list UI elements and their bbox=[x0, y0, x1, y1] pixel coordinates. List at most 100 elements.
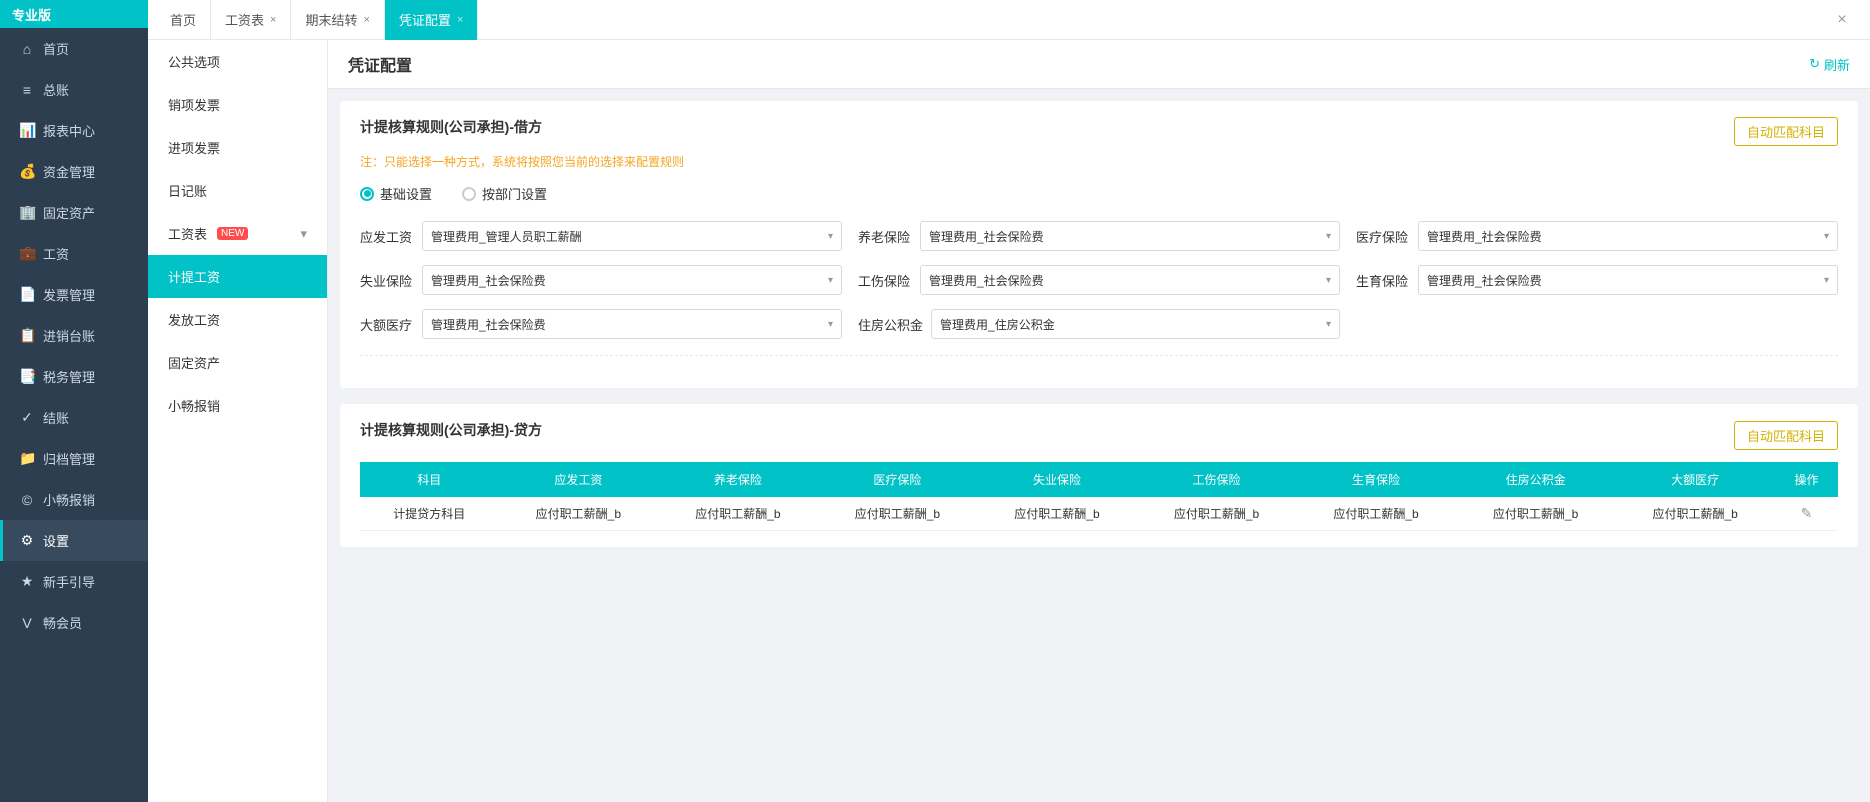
sidebar-item-home[interactable]: ⌂ 首页 bbox=[0, 28, 148, 69]
cell-action[interactable]: ✎ bbox=[1775, 497, 1838, 531]
pension-select-value: 管理费用_社会保险费 bbox=[929, 228, 1326, 245]
nav-item-purchase-invoice[interactable]: 进项发票 bbox=[148, 126, 327, 169]
refresh-icon: ↻ bbox=[1809, 56, 1820, 72]
tab-salary-table[interactable]: 工资表 × bbox=[211, 0, 291, 40]
nav-label: 销项发票 bbox=[168, 95, 220, 114]
sidebar: 专业版 ⌂ 首页 ≡ 总账 📊 报表中心 💰 资金管理 🏢 固定资产 💼 工资 … bbox=[0, 0, 148, 802]
nav-item-xiaochang-expense[interactable]: 小畅报销 bbox=[148, 384, 327, 427]
fund-icon: 💰 bbox=[19, 163, 35, 180]
unemployment-select[interactable]: 管理费用_社会保险费 ▾ bbox=[422, 265, 842, 295]
cell-unemployment: 应付职工薪酬_b bbox=[977, 497, 1137, 531]
sidebar-item-settings[interactable]: ⚙ 设置 bbox=[0, 520, 148, 561]
left-navigation: 公共选项 销项发票 进项发票 日记账 工资表 NEW ▾ 计提工资 发放工资 bbox=[148, 40, 328, 802]
tab-home[interactable]: 首页 bbox=[156, 0, 211, 40]
nav-label: 公共选项 bbox=[168, 52, 220, 71]
radio-dept-circle bbox=[462, 187, 476, 201]
credit-section: 计提核算规则(公司承担)-贷方 自动匹配科目 科目 应发工资 养老保险 医疗保险… bbox=[340, 404, 1858, 547]
sidebar-item-xiaochang[interactable]: © 小畅报销 bbox=[0, 479, 148, 520]
tab-period-close-icon[interactable]: × bbox=[363, 14, 369, 26]
tab-voucher-close-icon[interactable]: × bbox=[457, 14, 463, 26]
edit-icon[interactable]: ✎ bbox=[1801, 505, 1813, 521]
sidebar-item-label: 首页 bbox=[43, 39, 69, 58]
housing-select-arrow: ▾ bbox=[1326, 319, 1331, 330]
radio-basic[interactable]: 基础设置 bbox=[360, 184, 432, 203]
sidebar-item-fixed-assets[interactable]: 🏢 固定资产 bbox=[0, 192, 148, 233]
nav-item-sales-invoice[interactable]: 销项发票 bbox=[148, 83, 327, 126]
pension-select-arrow: ▾ bbox=[1326, 231, 1331, 242]
maternity-select-arrow: ▾ bbox=[1824, 275, 1829, 286]
credit-section-title: 计提核算规则(公司承担)-贷方 bbox=[360, 420, 542, 440]
table-header-row: 科目 应发工资 养老保险 医疗保险 失业保险 工伤保险 生育保险 住房公积金 大… bbox=[360, 462, 1838, 497]
nav-label: 发放工资 bbox=[168, 310, 220, 329]
injury-select-arrow: ▾ bbox=[1326, 275, 1331, 286]
debit-form-row-3: 大额医疗 管理费用_社会保险费 ▾ 住房公积金 管理费用_住房公积金 ▾ bbox=[360, 309, 1838, 339]
sidebar-item-label: 资金管理 bbox=[43, 162, 95, 181]
radio-dept[interactable]: 按部门设置 bbox=[462, 184, 547, 203]
nav-item-calc-salary[interactable]: 计提工资 bbox=[148, 255, 327, 298]
topbar-close-button[interactable]: × bbox=[1822, 0, 1862, 40]
col-housing: 住房公积金 bbox=[1456, 462, 1616, 497]
sidebar-item-label: 固定资产 bbox=[43, 203, 95, 222]
credit-auto-match-button[interactable]: 自动匹配科目 bbox=[1734, 421, 1838, 450]
maternity-select-value: 管理费用_社会保险费 bbox=[1427, 272, 1824, 289]
tab-period-label: 期末结转 bbox=[305, 10, 357, 29]
housing-label: 住房公积金 bbox=[858, 315, 923, 334]
radio-basic-circle bbox=[360, 187, 374, 201]
sidebar-item-label: 报表中心 bbox=[43, 121, 95, 140]
maternity-select[interactable]: 管理费用_社会保险费 ▾ bbox=[1418, 265, 1838, 295]
page-header: 凭证配置 ↻ 刷新 bbox=[328, 40, 1870, 89]
radio-basic-label: 基础设置 bbox=[380, 184, 432, 203]
big-medical-select-arrow: ▾ bbox=[828, 319, 833, 330]
sidebar-item-general-ledger[interactable]: ≡ 总账 bbox=[0, 69, 148, 110]
nav-item-journal[interactable]: 日记账 bbox=[148, 169, 327, 212]
medical-select[interactable]: 管理费用_社会保险费 ▾ bbox=[1418, 221, 1838, 251]
unemployment-select-value: 管理费用_社会保险费 bbox=[431, 272, 828, 289]
debit-auto-match-button[interactable]: 自动匹配科目 bbox=[1734, 117, 1838, 146]
sidebar-item-vip[interactable]: V 畅会员 bbox=[0, 602, 148, 643]
new-badge: NEW bbox=[217, 227, 248, 240]
refresh-button[interactable]: ↻ 刷新 bbox=[1809, 55, 1850, 74]
sidebar-item-salary[interactable]: 💼 工资 bbox=[0, 233, 148, 274]
pension-select[interactable]: 管理费用_社会保险费 ▾ bbox=[920, 221, 1340, 251]
cell-injury: 应付职工薪酬_b bbox=[1137, 497, 1297, 531]
sidebar-item-archive[interactable]: 📁 归档管理 bbox=[0, 438, 148, 479]
tab-salary-close-icon[interactable]: × bbox=[270, 14, 276, 26]
sidebar-item-settlement[interactable]: ✓ 结账 bbox=[0, 397, 148, 438]
field-pension: 养老保险 管理费用_社会保险费 ▾ bbox=[858, 221, 1340, 251]
col-unemployment: 失业保险 bbox=[977, 462, 1137, 497]
vip-icon: V bbox=[19, 615, 35, 631]
nav-item-fixed-assets-sub[interactable]: 固定资产 bbox=[148, 341, 327, 384]
injury-select[interactable]: 管理费用_社会保险费 ▾ bbox=[920, 265, 1340, 295]
nav-item-salary-table[interactable]: 工资表 NEW ▾ bbox=[148, 212, 327, 255]
sidebar-item-guide[interactable]: ★ 新手引导 bbox=[0, 561, 148, 602]
tab-voucher-label: 凭证配置 bbox=[399, 10, 451, 29]
housing-select[interactable]: 管理费用_住房公积金 ▾ bbox=[931, 309, 1340, 339]
medical-label: 医疗保险 bbox=[1356, 227, 1410, 246]
col-pension: 养老保险 bbox=[658, 462, 818, 497]
big-medical-select[interactable]: 管理费用_社会保险费 ▾ bbox=[422, 309, 842, 339]
nav-item-public-options[interactable]: 公共选项 bbox=[148, 40, 327, 83]
sidebar-item-purchase-sales[interactable]: 📋 进销台账 bbox=[0, 315, 148, 356]
nav-item-pay-salary[interactable]: 发放工资 bbox=[148, 298, 327, 341]
xiaochang-icon: © bbox=[19, 492, 35, 508]
invoice-icon: 📄 bbox=[19, 286, 35, 303]
field-big-medical: 大额医疗 管理费用_社会保险费 ▾ bbox=[360, 309, 842, 339]
sidebar-item-tax[interactable]: 📑 税务管理 bbox=[0, 356, 148, 397]
sidebar-item-label: 新手引导 bbox=[43, 572, 95, 591]
field-maternity: 生育保险 管理费用_社会保险费 ▾ bbox=[1356, 265, 1838, 295]
injury-label: 工伤保险 bbox=[858, 271, 912, 290]
sidebar-item-label: 总账 bbox=[43, 80, 69, 99]
salary-icon: 💼 bbox=[19, 245, 35, 262]
col-injury: 工伤保险 bbox=[1137, 462, 1297, 497]
salary-select[interactable]: 管理费用_管理人员职工薪酬 ▾ bbox=[422, 221, 842, 251]
unemployment-select-arrow: ▾ bbox=[828, 275, 833, 286]
sidebar-item-invoice[interactable]: 📄 发票管理 bbox=[0, 274, 148, 315]
nav-label: 小畅报销 bbox=[168, 396, 220, 415]
salary-select-value: 管理费用_管理人员职工薪酬 bbox=[431, 228, 828, 245]
right-content: 凭证配置 ↻ 刷新 计提核算规则(公司承担)-借方 自动匹配科目 注：只能选择一… bbox=[328, 40, 1870, 802]
tab-period-carry[interactable]: 期末结转 × bbox=[291, 0, 384, 40]
sidebar-item-report-center[interactable]: 📊 报表中心 bbox=[0, 110, 148, 151]
tab-voucher-config[interactable]: 凭证配置 × bbox=[385, 0, 478, 40]
settings-icon: ⚙ bbox=[19, 532, 35, 549]
sidebar-item-fund[interactable]: 💰 资金管理 bbox=[0, 151, 148, 192]
